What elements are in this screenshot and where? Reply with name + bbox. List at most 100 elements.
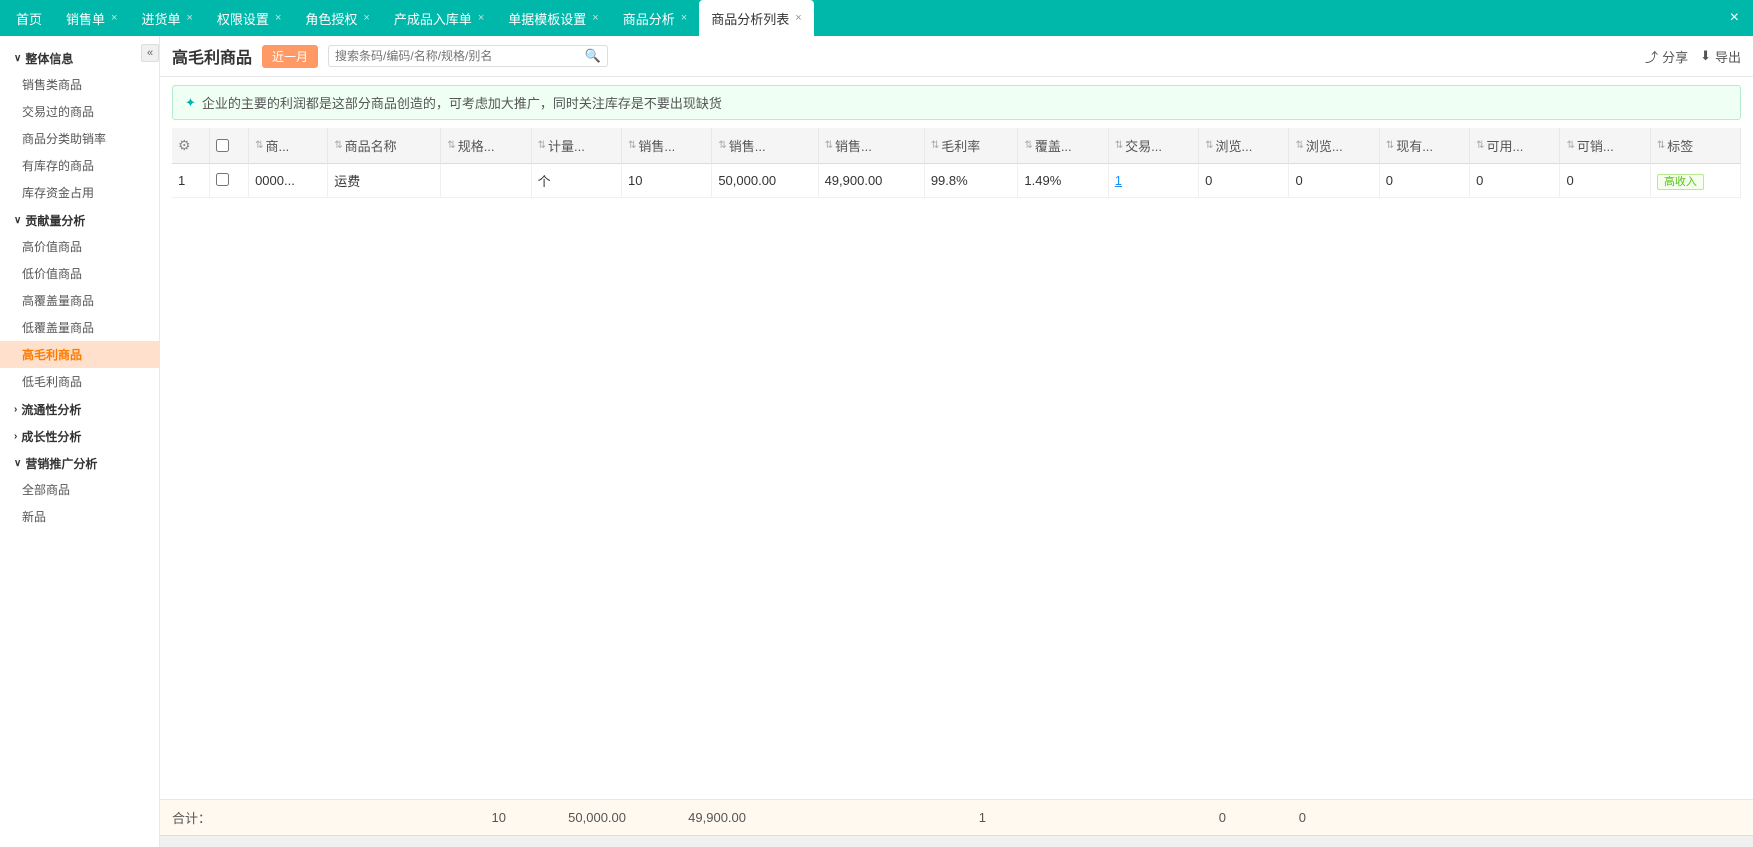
sort-icon: ⇅ bbox=[1657, 140, 1665, 151]
nav-close-icon[interactable]: × bbox=[363, 12, 369, 24]
cell-available: 0 bbox=[1470, 164, 1560, 198]
col-header-gross_rate[interactable]: ⇅毛利率 bbox=[924, 128, 1018, 164]
content-area: 高毛利商品 近一月 🔍 ⤴ 分享 ⬇ 导出 ✦ 企业的主要的利润都是这部分商品创… bbox=[160, 36, 1753, 847]
nav-item-销售单[interactable]: 销售单 × bbox=[54, 0, 129, 36]
footer-sales-qty: 10 bbox=[432, 810, 512, 825]
window-close-button[interactable]: × bbox=[1720, 9, 1749, 27]
nav-item-单据模板设置[interactable]: 单据模板设置 × bbox=[496, 0, 610, 36]
info-banner: ✦ 企业的主要的利润都是这部分商品创造的，可考虑加大推广，同时关注库存是不要出现… bbox=[172, 85, 1741, 120]
group-arrow-icon: ∨ bbox=[14, 53, 21, 64]
sidebar-item-高覆盖量商品[interactable]: 高覆盖量商品 bbox=[0, 287, 159, 314]
sidebar-collapse-button[interactable]: « bbox=[141, 44, 159, 62]
col-header-saleable[interactable]: ⇅可销... bbox=[1560, 128, 1650, 164]
col-header-gear[interactable]: ⚙ bbox=[172, 128, 210, 164]
sidebar-item-高毛利商品[interactable]: 高毛利商品 bbox=[0, 341, 159, 368]
row-checkbox[interactable] bbox=[216, 173, 229, 186]
gear-icon[interactable]: ⚙ bbox=[178, 137, 191, 154]
nav-close-icon[interactable]: × bbox=[478, 12, 484, 24]
footer-available: 0 bbox=[1232, 810, 1312, 825]
col-header-coverage[interactable]: ⇅覆盖... bbox=[1018, 128, 1108, 164]
filter-period-button[interactable]: 近一月 bbox=[262, 45, 318, 68]
cell-saleable: 0 bbox=[1560, 164, 1650, 198]
share-button[interactable]: ⤴ 分享 bbox=[1645, 47, 1688, 66]
search-input[interactable] bbox=[335, 49, 585, 63]
nav-item-商品分析列表[interactable]: 商品分析列表 × bbox=[699, 0, 813, 36]
nav-item-角色授权[interactable]: 角色授权 × bbox=[293, 0, 381, 36]
search-icon[interactable]: 🔍 bbox=[585, 48, 601, 64]
nav-close-icon[interactable]: × bbox=[111, 12, 117, 24]
col-header-check[interactable] bbox=[210, 128, 249, 164]
col-header-sales_amt[interactable]: ⇅销售... bbox=[712, 128, 818, 164]
nav-close-icon[interactable]: × bbox=[681, 12, 687, 24]
col-header-current[interactable]: ⇅现有... bbox=[1379, 128, 1469, 164]
sidebar-item-全部商品[interactable]: 全部商品 bbox=[0, 476, 159, 503]
sidebar-item-低覆盖量商品[interactable]: 低覆盖量商品 bbox=[0, 314, 159, 341]
sidebar: « ∨ 整体信息销售类商品交易过的商品商品分类助销率有库存的商品库存资金占用∨ … bbox=[0, 36, 160, 847]
product-tag: 高收入 bbox=[1657, 174, 1704, 190]
header-actions: ⤴ 分享 ⬇ 导出 bbox=[1645, 47, 1741, 66]
col-header-sales_profit[interactable]: ⇅销售... bbox=[818, 128, 924, 164]
col-header-unit[interactable]: ⇅计量... bbox=[531, 128, 621, 164]
group-arrow-icon: › bbox=[14, 431, 17, 442]
sidebar-item-有库存的商品[interactable]: 有库存的商品 bbox=[0, 152, 159, 179]
search-box: 🔍 bbox=[328, 45, 608, 67]
nav-close-icon[interactable]: × bbox=[795, 12, 801, 24]
cell-current: 0 bbox=[1379, 164, 1469, 198]
share-icon: ⤴ bbox=[1645, 47, 1658, 66]
horizontal-scrollbar[interactable] bbox=[160, 835, 1753, 847]
sidebar-group-营销推广分析[interactable]: ∨ 营销推广分析 bbox=[0, 449, 159, 476]
product-table: ⚙⇅商...⇅商品名称⇅规格...⇅计量...⇅销售...⇅销售...⇅销售..… bbox=[172, 128, 1741, 198]
trade-link[interactable]: 1 bbox=[1115, 173, 1122, 188]
nav-item-权限设置[interactable]: 权限设置 × bbox=[205, 0, 293, 36]
cell-seq: 1 bbox=[172, 164, 210, 198]
sidebar-item-交易过的商品[interactable]: 交易过的商品 bbox=[0, 98, 159, 125]
cell-sales_profit: 49,900.00 bbox=[818, 164, 924, 198]
cell-gross_rate: 99.8% bbox=[924, 164, 1018, 198]
info-icon: ✦ bbox=[185, 95, 196, 111]
sidebar-item-库存资金占用[interactable]: 库存资金占用 bbox=[0, 179, 159, 206]
col-header-trade[interactable]: ⇅交易... bbox=[1108, 128, 1198, 164]
sidebar-item-商品分类助销率[interactable]: 商品分类助销率 bbox=[0, 125, 159, 152]
col-header-sales_qty[interactable]: ⇅销售... bbox=[621, 128, 711, 164]
col-header-browse2[interactable]: ⇅浏览... bbox=[1289, 128, 1379, 164]
col-header-name[interactable]: ⇅商品名称 bbox=[328, 128, 441, 164]
nav-close-icon[interactable]: × bbox=[275, 12, 281, 24]
nav-item-进货单[interactable]: 进货单 × bbox=[129, 0, 204, 36]
sidebar-item-新品[interactable]: 新品 bbox=[0, 503, 159, 530]
col-header-code[interactable]: ⇅商... bbox=[249, 128, 328, 164]
sidebar-item-高价值商品[interactable]: 高价值商品 bbox=[0, 233, 159, 260]
select-all-checkbox[interactable] bbox=[216, 139, 229, 152]
cell-code: 0000... bbox=[249, 164, 328, 198]
sidebar-group-整体信息[interactable]: ∨ 整体信息 bbox=[0, 44, 159, 71]
main-layout: « ∨ 整体信息销售类商品交易过的商品商品分类助销率有库存的商品库存资金占用∨ … bbox=[0, 36, 1753, 847]
sidebar-item-销售类商品[interactable]: 销售类商品 bbox=[0, 71, 159, 98]
page-title: 高毛利商品 bbox=[172, 44, 252, 68]
nav-close-icon[interactable]: × bbox=[592, 12, 598, 24]
sort-icon: ⇅ bbox=[1024, 140, 1032, 151]
sidebar-item-低价值商品[interactable]: 低价值商品 bbox=[0, 260, 159, 287]
cell-trade[interactable]: 1 bbox=[1108, 164, 1198, 198]
footer-sales-amt: 50,000.00 bbox=[512, 810, 632, 825]
export-button[interactable]: ⬇ 导出 bbox=[1700, 47, 1741, 66]
col-header-spec[interactable]: ⇅规格... bbox=[441, 128, 531, 164]
nav-item-首页[interactable]: 首页 bbox=[4, 0, 54, 36]
col-header-tag[interactable]: ⇅标签 bbox=[1650, 128, 1740, 164]
group-arrow-icon: › bbox=[14, 404, 17, 415]
col-header-available[interactable]: ⇅可用... bbox=[1470, 128, 1560, 164]
sort-icon: ⇅ bbox=[1566, 140, 1574, 151]
sidebar-group-流通性分析[interactable]: › 流通性分析 bbox=[0, 395, 159, 422]
sort-icon: ⇅ bbox=[628, 140, 636, 151]
nav-item-产成品入库单[interactable]: 产成品入库单 × bbox=[382, 0, 496, 36]
group-arrow-icon: ∨ bbox=[14, 458, 21, 469]
col-header-browse1[interactable]: ⇅浏览... bbox=[1199, 128, 1289, 164]
sidebar-group-贡献量分析[interactable]: ∨ 贡献量分析 bbox=[0, 206, 159, 233]
sidebar-item-低毛利商品[interactable]: 低毛利商品 bbox=[0, 368, 159, 395]
cell-name: 运费 bbox=[328, 164, 441, 198]
cell-check[interactable] bbox=[210, 164, 249, 198]
sort-icon: ⇅ bbox=[1115, 140, 1123, 151]
nav-item-商品分析[interactable]: 商品分析 × bbox=[611, 0, 699, 36]
sort-icon: ⇅ bbox=[334, 140, 342, 151]
sidebar-group-成长性分析[interactable]: › 成长性分析 bbox=[0, 422, 159, 449]
nav-close-icon[interactable]: × bbox=[186, 12, 192, 24]
cell-unit: 个 bbox=[531, 164, 621, 198]
